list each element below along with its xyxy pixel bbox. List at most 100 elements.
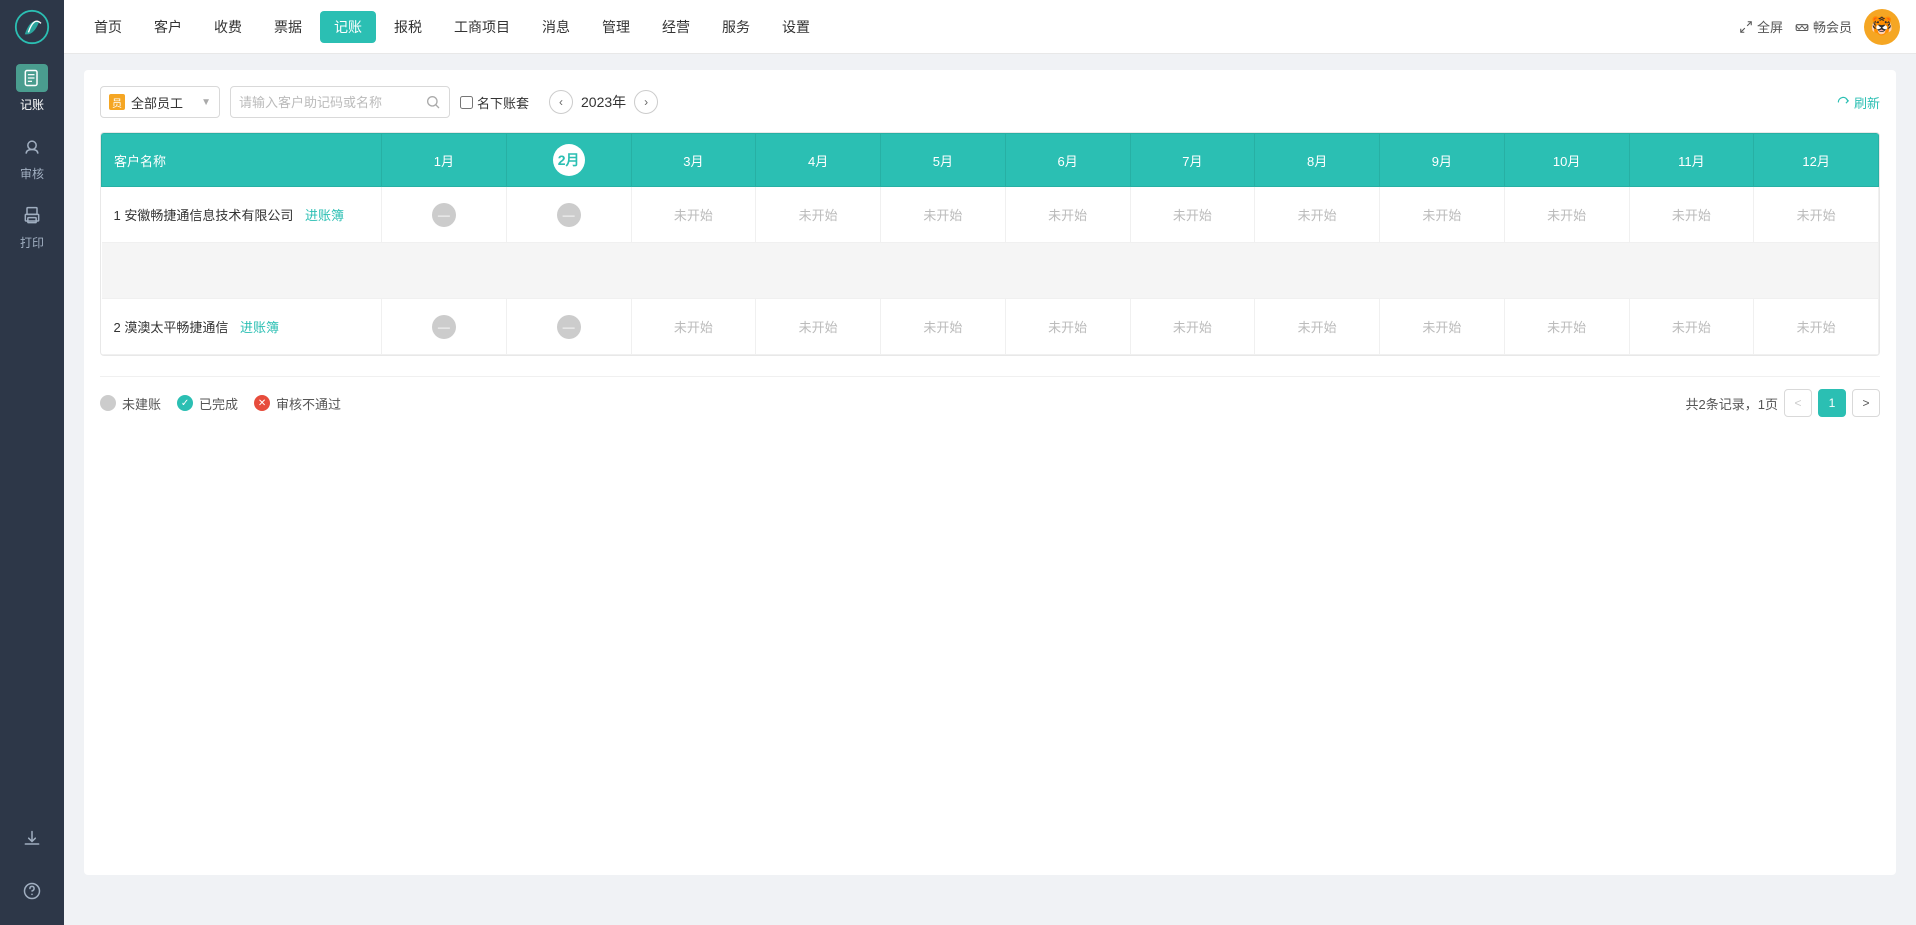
search-input[interactable] <box>239 95 419 110</box>
status-not-started: 未开始 <box>1797 320 1836 335</box>
table-header-row: 客户名称 1月 2月 3月 4月 5月 6月 7月 8月 9月 <box>102 134 1879 187</box>
refresh-icon <box>1836 95 1850 109</box>
table-cell-month-8: 未开始 <box>1255 187 1380 243</box>
sidebar-item-label-ledger: 记账 <box>20 96 44 113</box>
bottom-bar: 未建账 ✓ 已完成 ✕ 审核不通过 共2条记录，1页 < 1 > <box>100 376 1880 417</box>
table-cell-month-12: 未开始 <box>1754 299 1879 355</box>
refresh-label: 刷新 <box>1854 93 1880 112</box>
sidebar-item-audit[interactable]: 审核 <box>0 123 64 192</box>
top-navigation: 首页 客户 收费 票据 记账 报税 工商项目 消息 管理 经营 服务 设置 全屏 <box>64 0 1916 54</box>
account-checkbox[interactable] <box>460 96 473 109</box>
table-cell-month-9: 未开始 <box>1380 187 1505 243</box>
user-avatar[interactable]: 🐯 <box>1864 9 1900 45</box>
status-not-started: 未开始 <box>923 320 962 335</box>
page-body: 员 全部员工 ▼ 名下账套 <box>64 54 1916 925</box>
sidebar-bottom <box>0 815 64 925</box>
sidebar-item-label-audit: 审核 <box>20 165 44 182</box>
status-not-started: 未开始 <box>1422 320 1461 335</box>
year-display: 2023年 <box>581 92 626 112</box>
col-header-oct: 10月 <box>1504 134 1629 187</box>
sidebar-item-ledger[interactable]: 记账 <box>0 54 64 123</box>
enter-ledger-link[interactable]: 进账簿 <box>240 320 279 335</box>
table-cell-month-12: 未开始 <box>1754 187 1879 243</box>
sidebar-item-print[interactable]: 打印 <box>0 192 64 261</box>
fullscreen-label: 全屏 <box>1757 17 1783 36</box>
legend-not-created: 未建账 <box>100 394 161 413</box>
status-not-started: 未开始 <box>799 320 838 335</box>
next-year-button[interactable]: › <box>634 90 658 114</box>
vip-button[interactable]: 畅会员 <box>1795 17 1852 36</box>
row-divider <box>102 243 1879 299</box>
enter-ledger-link[interactable]: 进账簿 <box>305 208 344 223</box>
table-cell-month-10: 未开始 <box>1504 187 1629 243</box>
table-cell-month-11: 未开始 <box>1629 187 1754 243</box>
col-header-jul: 7月 <box>1130 134 1255 187</box>
table-cell-month-3: 未开始 <box>631 187 756 243</box>
nav-operation[interactable]: 经营 <box>648 11 704 43</box>
col-header-mar: 3月 <box>631 134 756 187</box>
search-box <box>230 86 450 118</box>
active-month-circle: 2月 <box>553 144 585 176</box>
fullscreen-icon <box>1739 20 1753 34</box>
status-not-started: 未开始 <box>1672 208 1711 223</box>
nav-billing[interactable]: 收费 <box>200 11 256 43</box>
ledger-icon <box>16 64 48 92</box>
customer-name: 漠澳太平畅捷通信 <box>124 320 228 335</box>
status-not-started: 未开始 <box>799 208 838 223</box>
col-header-jan: 1月 <box>382 134 507 187</box>
legend-label-completed: 已完成 <box>199 394 238 413</box>
table-cell-month-4: 未开始 <box>756 187 881 243</box>
current-page-button[interactable]: 1 <box>1818 389 1846 417</box>
employee-select[interactable]: 员 全部员工 ▼ <box>100 86 220 118</box>
status-not-started: 未开始 <box>1422 208 1461 223</box>
search-button[interactable] <box>425 94 441 110</box>
next-page-button[interactable]: > <box>1852 389 1880 417</box>
nav-manage[interactable]: 管理 <box>588 11 644 43</box>
vip-label: 畅会员 <box>1813 17 1852 36</box>
nav-invoice[interactable]: 票据 <box>260 11 316 43</box>
table-cell-month-7: 未开始 <box>1130 187 1255 243</box>
table-cell-month-5: 未开始 <box>881 187 1006 243</box>
sidebar-item-download[interactable] <box>0 815 64 863</box>
status-not-started: 未开始 <box>1173 208 1212 223</box>
prev-year-button[interactable]: ‹ <box>549 90 573 114</box>
pagination: 共2条记录，1页 < 1 > <box>1686 389 1880 417</box>
nav-home[interactable]: 首页 <box>80 11 136 43</box>
nav-ledger[interactable]: 记账 <box>320 11 376 43</box>
legend-dot-failed: ✕ <box>254 395 270 411</box>
vip-icon <box>1795 20 1809 34</box>
table-cell-month-2 <box>506 299 631 355</box>
customer-name: 安徽畅捷通信息技术有限公司 <box>124 208 293 223</box>
nav-service[interactable]: 服务 <box>708 11 764 43</box>
account-table: 客户名称 1月 2月 3月 4月 5月 6月 7月 8月 9月 <box>101 133 1879 355</box>
refresh-button[interactable]: 刷新 <box>1836 93 1880 112</box>
table-row: 1 安徽畅捷通信息技术有限公司 进账簿未开始未开始未开始未开始未开始未开始未开始… <box>102 187 1879 243</box>
nav-message[interactable]: 消息 <box>528 11 584 43</box>
nav-bizitem[interactable]: 工商项目 <box>440 11 524 43</box>
table-cell-month-4: 未开始 <box>756 299 881 355</box>
status-not-created <box>557 203 581 227</box>
toolbar: 员 全部员工 ▼ 名下账套 <box>100 86 1880 118</box>
table-row: 2 漠澳太平畅捷通信 进账簿未开始未开始未开始未开始未开始未开始未开始未开始未开… <box>102 299 1879 355</box>
nav-tax[interactable]: 报税 <box>380 11 436 43</box>
nav-settings[interactable]: 设置 <box>768 11 824 43</box>
legend-failed: ✕ 审核不通过 <box>254 394 341 413</box>
status-not-started: 未开始 <box>1672 320 1711 335</box>
table-cell-month-1 <box>382 187 507 243</box>
status-not-started: 未开始 <box>923 208 962 223</box>
nav-customer[interactable]: 客户 <box>140 11 196 43</box>
table-cell-month-8: 未开始 <box>1255 299 1380 355</box>
col-header-jun: 6月 <box>1005 134 1130 187</box>
legend-label-not-created: 未建账 <box>122 394 161 413</box>
col-header-apr: 4月 <box>756 134 881 187</box>
prev-page-button[interactable]: < <box>1784 389 1812 417</box>
table-cell-month-10: 未开始 <box>1504 299 1629 355</box>
account-checkbox-label[interactable]: 名下账套 <box>460 93 529 112</box>
fullscreen-button[interactable]: 全屏 <box>1739 17 1783 36</box>
sidebar-item-help[interactable] <box>0 867 64 915</box>
app-logo[interactable] <box>0 0 64 54</box>
table-cell-month-5: 未开始 <box>881 299 1006 355</box>
audit-icon <box>16 133 48 161</box>
row-index: 2 <box>114 320 121 335</box>
print-icon <box>16 202 48 230</box>
